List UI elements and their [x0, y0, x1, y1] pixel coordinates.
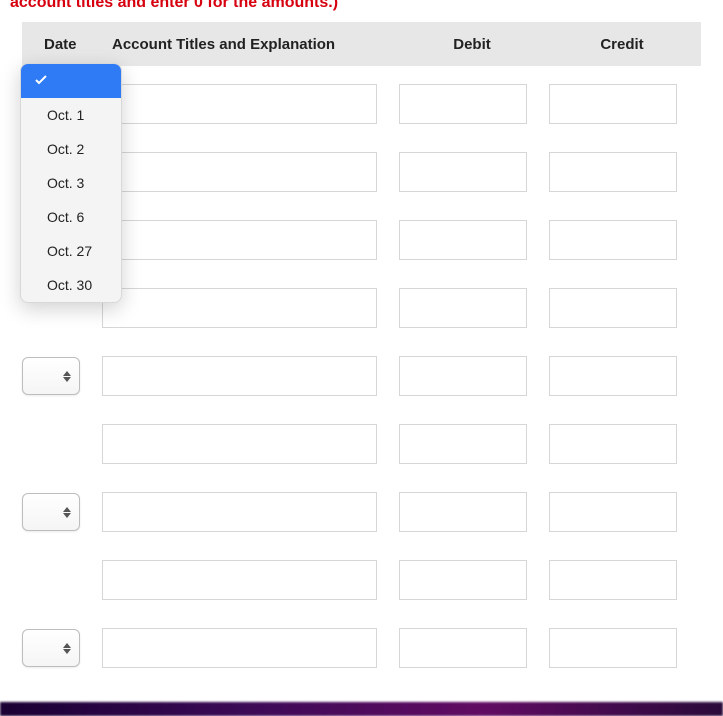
credit-input[interactable] [549, 492, 677, 532]
account-input[interactable] [102, 424, 377, 464]
credit-input[interactable] [549, 152, 677, 192]
table-row [22, 628, 701, 668]
table-row [22, 84, 701, 124]
date-option[interactable]: Oct. 3 [21, 166, 121, 200]
table-row [22, 356, 701, 396]
instruction-text: account titles and enter 0 for the amoun… [0, 0, 723, 22]
account-input[interactable] [102, 356, 377, 396]
date-select[interactable] [22, 493, 80, 531]
credit-input[interactable] [549, 560, 677, 600]
debit-input[interactable] [399, 152, 527, 192]
debit-input[interactable] [399, 492, 527, 532]
header-date: Date [22, 36, 102, 53]
check-icon [35, 73, 47, 89]
table-row [22, 220, 701, 260]
date-option[interactable]: Oct. 1 [21, 98, 121, 132]
date-option[interactable]: Oct. 30 [21, 268, 121, 302]
chevron-updown-icon [63, 507, 71, 518]
table-body: Oct. 1 Oct. 2 Oct. 3 Oct. 6 Oct. 27 Oct.… [22, 66, 701, 668]
table-row [22, 560, 701, 600]
chevron-updown-icon [63, 371, 71, 382]
table-header: Date Account Titles and Explanation Debi… [22, 22, 701, 66]
debit-input[interactable] [399, 628, 527, 668]
debit-input[interactable] [399, 84, 527, 124]
account-input[interactable] [102, 628, 377, 668]
credit-input[interactable] [549, 84, 677, 124]
account-input[interactable] [102, 152, 377, 192]
date-select[interactable] [22, 357, 80, 395]
account-input[interactable] [102, 84, 377, 124]
header-account: Account Titles and Explanation [102, 36, 397, 53]
date-option-check[interactable] [21, 64, 121, 98]
window-border [0, 702, 723, 716]
date-select[interactable] [22, 629, 80, 667]
header-credit: Credit [547, 36, 697, 53]
debit-input[interactable] [399, 356, 527, 396]
date-dropdown[interactable]: Oct. 1 Oct. 2 Oct. 3 Oct. 6 Oct. 27 Oct.… [20, 63, 122, 303]
debit-input[interactable] [399, 288, 527, 328]
chevron-updown-icon [63, 643, 71, 654]
debit-input[interactable] [399, 220, 527, 260]
table-row [22, 152, 701, 192]
credit-input[interactable] [549, 424, 677, 464]
date-option[interactable]: Oct. 2 [21, 132, 121, 166]
account-input[interactable] [102, 492, 377, 532]
table-row [22, 492, 701, 532]
debit-input[interactable] [399, 560, 527, 600]
account-input[interactable] [102, 288, 377, 328]
date-option[interactable]: Oct. 27 [21, 234, 121, 268]
credit-input[interactable] [549, 628, 677, 668]
credit-input[interactable] [549, 356, 677, 396]
account-input[interactable] [102, 220, 377, 260]
credit-input[interactable] [549, 220, 677, 260]
account-input[interactable] [102, 560, 377, 600]
credit-input[interactable] [549, 288, 677, 328]
table-row [22, 288, 701, 328]
debit-input[interactable] [399, 424, 527, 464]
table-row [22, 424, 701, 464]
date-option[interactable]: Oct. 6 [21, 200, 121, 234]
header-debit: Debit [397, 36, 547, 53]
